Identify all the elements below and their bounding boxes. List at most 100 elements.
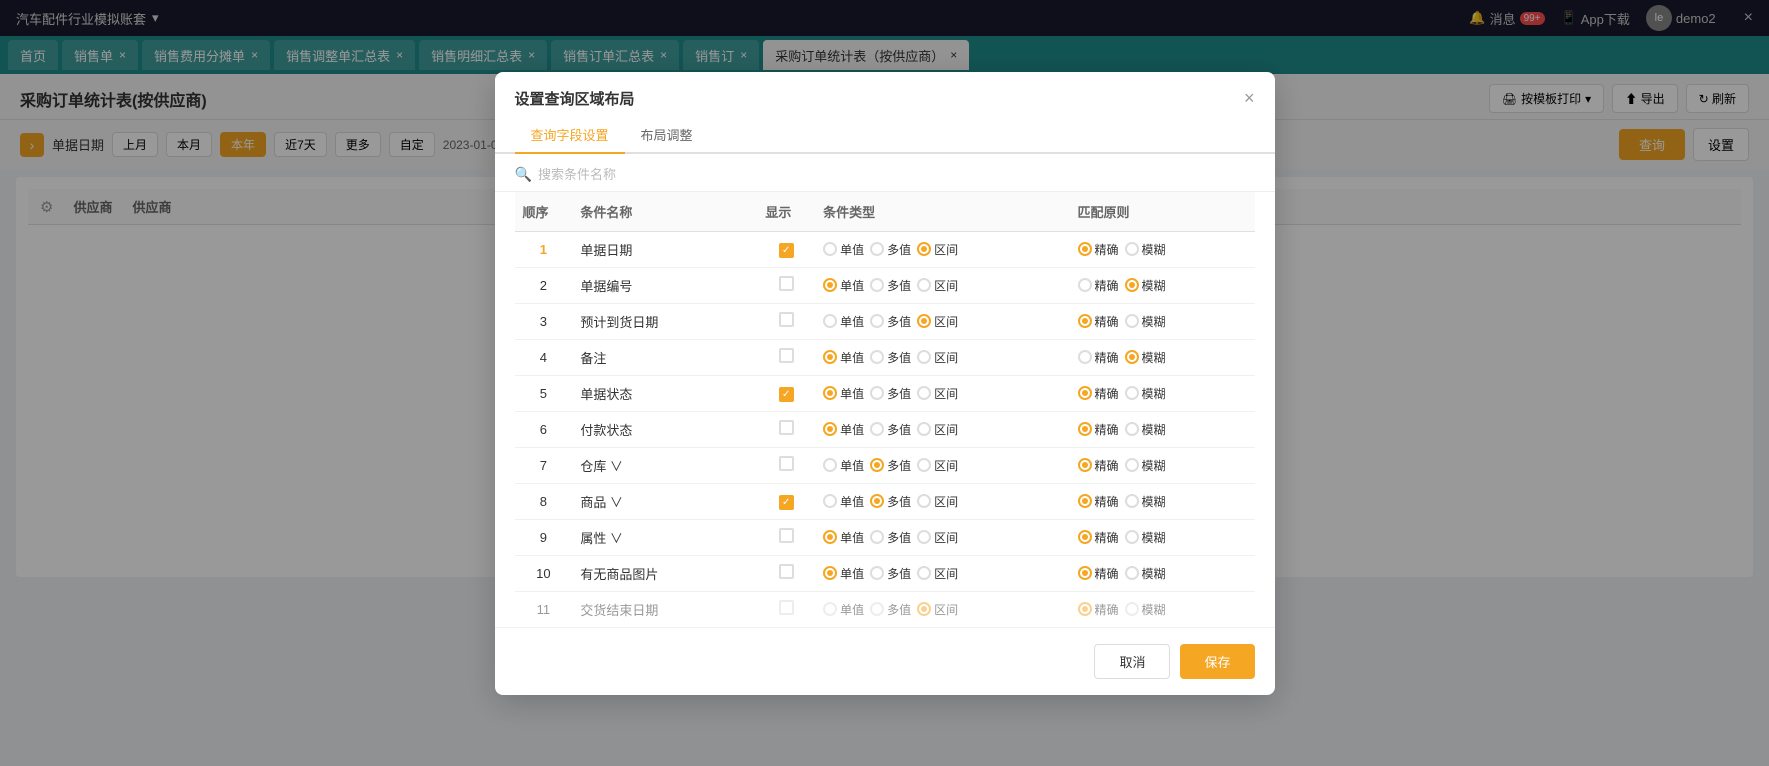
- modal-close-button[interactable]: ×: [1244, 89, 1255, 107]
- radio-label: 区间: [934, 277, 958, 294]
- radio-type-区间[interactable]: 区间: [917, 241, 958, 258]
- radio-circle: [1078, 422, 1092, 436]
- checkbox[interactable]: [779, 276, 794, 291]
- radio-label: 单值: [840, 421, 864, 438]
- checkbox[interactable]: [779, 528, 794, 543]
- radio-type-单值[interactable]: 单值: [823, 313, 864, 330]
- radio-match-精确[interactable]: 精确: [1078, 349, 1119, 366]
- radio-type-多值[interactable]: 多值: [870, 385, 911, 402]
- radio-type-多值[interactable]: 多值: [870, 457, 911, 474]
- radio-type-区间[interactable]: 区间: [917, 565, 958, 582]
- row-display-checkbox[interactable]: [757, 375, 815, 411]
- radio-type-单值[interactable]: 单值: [823, 529, 864, 546]
- radio-match-精确[interactable]: 精确: [1078, 385, 1119, 402]
- settings-modal: 设置查询区域布局 × 查询字段设置 布局调整 🔍 顺序 条件名称: [495, 72, 1275, 695]
- radio-type-单值[interactable]: 单值: [823, 493, 864, 510]
- radio-type-单值[interactable]: 单值: [823, 241, 864, 258]
- row-display-checkbox[interactable]: [757, 231, 815, 267]
- save-button[interactable]: 保存: [1180, 644, 1254, 679]
- row-display-checkbox[interactable]: [757, 411, 815, 447]
- radio-circle: [917, 602, 931, 616]
- radio-label: 多值: [887, 385, 911, 402]
- radio-type-多值[interactable]: 多值: [870, 277, 911, 294]
- row-order: 1: [515, 231, 573, 267]
- radio-type-区间[interactable]: 区间: [917, 421, 958, 438]
- radio-match-模糊[interactable]: 模糊: [1125, 385, 1166, 402]
- radio-type-区间[interactable]: 区间: [917, 277, 958, 294]
- row-condition-name: 有无商品图片: [572, 555, 757, 591]
- row-display-checkbox[interactable]: [757, 555, 815, 591]
- radio-match-模糊[interactable]: 模糊: [1125, 421, 1166, 438]
- radio-type-区间[interactable]: 区间: [917, 493, 958, 510]
- row-display-checkbox[interactable]: [757, 339, 815, 375]
- radio-match-精确[interactable]: 精确: [1078, 493, 1119, 510]
- radio-match-模糊[interactable]: 模糊: [1125, 565, 1166, 582]
- radio-type-单值[interactable]: 单值: [823, 385, 864, 402]
- radio-match-精确[interactable]: 精确: [1078, 277, 1119, 294]
- radio-match-模糊[interactable]: 模糊: [1125, 349, 1166, 366]
- row-display-checkbox[interactable]: [757, 303, 815, 339]
- search-input[interactable]: [538, 167, 1255, 182]
- radio-type-多值[interactable]: 多值: [870, 241, 911, 258]
- radio-type-单值[interactable]: 单值: [823, 565, 864, 582]
- radio-type-区间[interactable]: 区间: [917, 349, 958, 366]
- radio-match-模糊[interactable]: 模糊: [1125, 241, 1166, 258]
- radio-type-单值[interactable]: 单值: [823, 457, 864, 474]
- radio-type-多值[interactable]: 多值: [870, 349, 911, 366]
- radio-match-精确[interactable]: 精确: [1078, 241, 1119, 258]
- modal-footer: 取消 保存: [495, 627, 1275, 695]
- radio-type-单值[interactable]: 单值: [823, 601, 864, 618]
- radio-label: 区间: [934, 313, 958, 330]
- radio-type-区间[interactable]: 区间: [917, 313, 958, 330]
- checkbox[interactable]: [779, 420, 794, 435]
- modal-tab-layout[interactable]: 布局调整: [625, 117, 709, 154]
- radio-type-单值[interactable]: 单值: [823, 421, 864, 438]
- radio-type-区间[interactable]: 区间: [917, 601, 958, 618]
- radio-type-区间[interactable]: 区间: [917, 457, 958, 474]
- radio-match-精确[interactable]: 精确: [1078, 421, 1119, 438]
- radio-match-模糊[interactable]: 模糊: [1125, 493, 1166, 510]
- radio-type-多值[interactable]: 多值: [870, 529, 911, 546]
- row-order: 8: [515, 483, 573, 519]
- checkbox[interactable]: [779, 312, 794, 327]
- radio-match-模糊[interactable]: 模糊: [1125, 313, 1166, 330]
- radio-type-单值[interactable]: 单值: [823, 277, 864, 294]
- cancel-button[interactable]: 取消: [1094, 644, 1170, 679]
- checkbox[interactable]: [779, 456, 794, 471]
- radio-match-模糊[interactable]: 模糊: [1125, 529, 1166, 546]
- radio-type-区间[interactable]: 区间: [917, 385, 958, 402]
- radio-circle: [870, 530, 884, 544]
- checkbox[interactable]: [779, 348, 794, 363]
- radio-type-区间[interactable]: 区间: [917, 529, 958, 546]
- radio-type-多值[interactable]: 多值: [870, 565, 911, 582]
- radio-match-精确[interactable]: 精确: [1078, 313, 1119, 330]
- radio-type-多值[interactable]: 多值: [870, 313, 911, 330]
- radio-label: 多值: [887, 313, 911, 330]
- radio-match-模糊[interactable]: 模糊: [1125, 457, 1166, 474]
- radio-match-模糊[interactable]: 模糊: [1125, 277, 1166, 294]
- radio-type-多值[interactable]: 多值: [870, 421, 911, 438]
- row-match-options: 精确模糊: [1070, 375, 1255, 411]
- checkbox[interactable]: [779, 600, 794, 615]
- modal-tab-fields[interactable]: 查询字段设置: [515, 117, 625, 154]
- checkbox[interactable]: [779, 495, 794, 510]
- checkbox[interactable]: [779, 387, 794, 402]
- checkbox[interactable]: [779, 243, 794, 258]
- row-display-checkbox[interactable]: [757, 519, 815, 555]
- row-display-checkbox[interactable]: [757, 483, 815, 519]
- radio-type-多值[interactable]: 多值: [870, 601, 911, 618]
- row-display-checkbox[interactable]: [757, 591, 815, 627]
- radio-match-精确[interactable]: 精确: [1078, 565, 1119, 582]
- radio-match-模糊[interactable]: 模糊: [1125, 601, 1166, 618]
- radio-circle: [917, 422, 931, 436]
- radio-type-单值[interactable]: 单值: [823, 349, 864, 366]
- row-match-options: 精确模糊: [1070, 591, 1255, 627]
- radio-match-精确[interactable]: 精确: [1078, 457, 1119, 474]
- checkbox[interactable]: [779, 564, 794, 579]
- row-display-checkbox[interactable]: [757, 447, 815, 483]
- conditions-table: 顺序 条件名称 显示 条件类型 匹配原则 1单据日期单值多值区间精确模糊2单据编…: [495, 192, 1275, 627]
- radio-type-多值[interactable]: 多值: [870, 493, 911, 510]
- radio-match-精确[interactable]: 精确: [1078, 529, 1119, 546]
- radio-match-精确[interactable]: 精确: [1078, 601, 1119, 618]
- row-display-checkbox[interactable]: [757, 267, 815, 303]
